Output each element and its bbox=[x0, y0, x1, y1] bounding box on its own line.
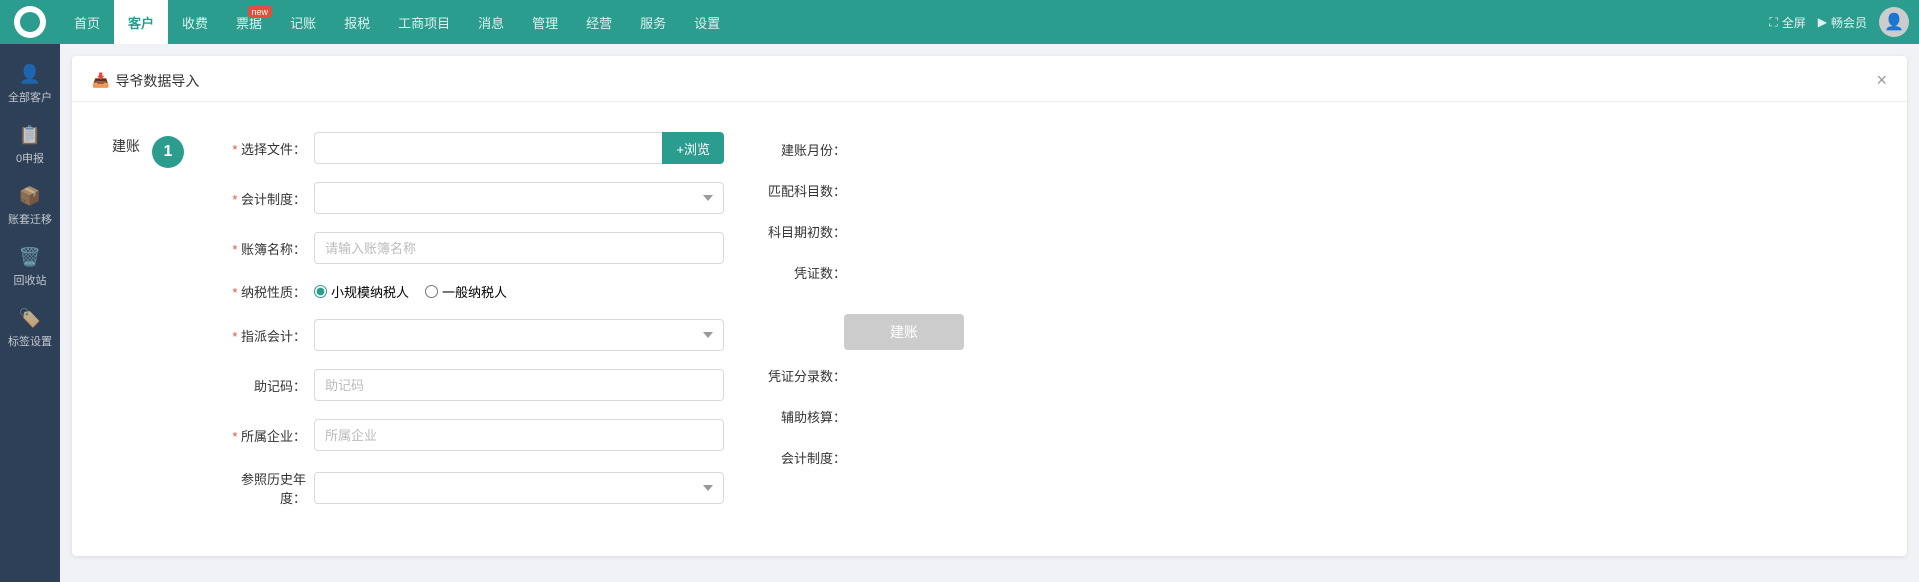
nav-item-tax[interactable]: 报税 bbox=[330, 0, 384, 44]
form-row-history-year: 参照历史年度： bbox=[224, 469, 724, 507]
card-body: 建账 1 选择文件： +浏览 会计制度： bbox=[72, 102, 1907, 555]
browse-button[interactable]: +浏览 bbox=[662, 132, 724, 164]
sidebar-item-all-clients[interactable]: 👤 全部客户 bbox=[0, 54, 60, 115]
avatar[interactable]: 👤 bbox=[1879, 7, 1909, 37]
all-clients-icon: 👤 bbox=[19, 64, 41, 85]
card-title: 📥 导爷数据导入 bbox=[92, 71, 199, 91]
info-label-month: 建账月份： bbox=[764, 140, 854, 159]
label-history-year: 参照历史年度： bbox=[224, 469, 314, 507]
nav-item-service[interactable]: 服务 bbox=[626, 0, 680, 44]
step-label: 建账 bbox=[112, 136, 140, 156]
logo[interactable] bbox=[10, 2, 50, 42]
label-accounting-system: 会计制度： bbox=[224, 189, 314, 208]
nav-right: ⛶ 全屏 ▶ 畅会员 👤 bbox=[1769, 7, 1909, 37]
info-row-match-subjects: 匹配科目数： bbox=[764, 181, 984, 200]
memo-input[interactable] bbox=[314, 369, 724, 401]
build-account-button[interactable]: 建账 bbox=[844, 314, 964, 350]
form-row-book-name: 账簿名称： bbox=[224, 232, 724, 264]
info-label-match-subjects: 匹配科目数： bbox=[764, 181, 854, 200]
nav-item-fee[interactable]: 收费 bbox=[168, 0, 222, 44]
radio-general[interactable]: 一般纳税人 bbox=[425, 282, 507, 301]
info-row-auxiliary: 辅助核算： bbox=[764, 407, 984, 426]
info-row-voucher-entries: 凭证分录数： bbox=[764, 366, 984, 385]
main-layout: 👤 全部客户 📋 0申报 📦 账套迁移 🗑️ 回收站 🏷️ 标签设置 📥 bbox=[0, 44, 1919, 582]
label-memo: 助记码： bbox=[224, 376, 314, 395]
form-section: 选择文件： +浏览 会计制度： bbox=[224, 132, 724, 525]
info-row-subject-initial: 科目期初数： bbox=[764, 222, 984, 241]
file-input-group: +浏览 bbox=[314, 132, 724, 164]
nav-item-setting[interactable]: 设置 bbox=[680, 0, 734, 44]
nav-item-invoice[interactable]: 票据new bbox=[222, 0, 276, 44]
radio-small-scale-input[interactable] bbox=[314, 285, 327, 298]
label-company: 所属企业： bbox=[224, 426, 314, 445]
sidebar: 👤 全部客户 📋 0申报 📦 账套迁移 🗑️ 回收站 🏷️ 标签设置 bbox=[0, 44, 60, 582]
label-tax-type: 纳税性质： bbox=[224, 282, 314, 301]
sidebar-item-migrate[interactable]: 📦 账套迁移 bbox=[0, 176, 60, 237]
step-section: 建账 1 bbox=[112, 132, 184, 525]
book-name-input[interactable] bbox=[314, 232, 724, 264]
declaration-icon: 📋 bbox=[19, 125, 41, 146]
info-label-auxiliary: 辅助核算： bbox=[764, 407, 854, 426]
close-button[interactable]: × bbox=[1876, 70, 1887, 91]
info-label-accounting-system-right: 会计制度： bbox=[764, 448, 854, 467]
main-content: 📥 导爷数据导入 × 建账 1 选择文件： bbox=[60, 44, 1919, 582]
import-icon: 📥 bbox=[92, 72, 109, 89]
nav-item-manage[interactable]: 管理 bbox=[518, 0, 572, 44]
form-row-tax-type: 纳税性质： 小规模纳税人 一般纳税人 bbox=[224, 282, 724, 301]
label-accountant: 指派会计： bbox=[224, 326, 314, 345]
top-nav: 首页 客户 收费 票据new 记账 报税 工商项目 消息 管理 经营 服务 设置… bbox=[0, 0, 1919, 44]
info-label-subject-initial: 科目期初数： bbox=[764, 222, 854, 241]
nav-item-home[interactable]: 首页 bbox=[60, 0, 114, 44]
import-card: 📥 导爷数据导入 × 建账 1 选择文件： bbox=[72, 56, 1907, 556]
file-text-input[interactable] bbox=[314, 132, 662, 164]
info-row-voucher: 凭证数： bbox=[764, 263, 984, 282]
card-header: 📥 导爷数据导入 × bbox=[72, 56, 1907, 102]
form-row-accounting-system: 会计制度： bbox=[224, 182, 724, 214]
member-button[interactable]: ▶ 畅会员 bbox=[1818, 14, 1867, 31]
sidebar-item-tags[interactable]: 🏷️ 标签设置 bbox=[0, 298, 60, 359]
radio-small-scale[interactable]: 小规模纳税人 bbox=[314, 282, 409, 301]
accounting-system-select[interactable] bbox=[314, 182, 724, 214]
label-book-name: 账簿名称： bbox=[224, 239, 314, 258]
form-row-memo: 助记码： bbox=[224, 369, 724, 401]
sidebar-item-declaration[interactable]: 📋 0申报 bbox=[0, 115, 60, 176]
nav-item-business[interactable]: 工商项目 bbox=[384, 0, 464, 44]
nav-item-client[interactable]: 客户 bbox=[114, 0, 168, 44]
trash-icon: 🗑️ bbox=[19, 247, 41, 268]
info-row-month: 建账月份： bbox=[764, 140, 984, 159]
info-label-voucher: 凭证数： bbox=[764, 263, 854, 282]
info-row-accounting-system-right: 会计制度： bbox=[764, 448, 984, 467]
nav-badge-new: new bbox=[248, 6, 273, 18]
migrate-icon: 📦 bbox=[19, 186, 41, 207]
fullscreen-icon: ⛶ bbox=[1769, 15, 1777, 30]
step-circle: 1 bbox=[152, 136, 184, 168]
tax-type-radio-group: 小规模纳税人 一般纳税人 bbox=[314, 282, 724, 301]
form-row-accountant: 指派会计： bbox=[224, 319, 724, 351]
sidebar-item-trash[interactable]: 🗑️ 回收站 bbox=[0, 237, 60, 298]
info-label-voucher-entries: 凭证分录数： bbox=[764, 366, 854, 385]
accountant-select[interactable] bbox=[314, 319, 724, 351]
form-row-file: 选择文件： +浏览 bbox=[224, 132, 724, 164]
company-input[interactable] bbox=[314, 419, 724, 451]
info-section: 建账月份： 匹配科目数： 科目期初数： 凭证数： bbox=[764, 132, 984, 525]
label-file: 选择文件： bbox=[224, 139, 314, 158]
form-row-company: 所属企业： bbox=[224, 419, 724, 451]
radio-general-input[interactable] bbox=[425, 285, 438, 298]
tags-icon: 🏷️ bbox=[19, 308, 41, 329]
fullscreen-button[interactable]: ⛶ 全屏 bbox=[1769, 14, 1805, 31]
member-icon: ▶ bbox=[1818, 15, 1827, 29]
nav-items: 首页 客户 收费 票据new 记账 报税 工商项目 消息 管理 经营 服务 设置 bbox=[60, 0, 1769, 44]
history-year-select[interactable] bbox=[314, 472, 724, 504]
nav-item-operation[interactable]: 经营 bbox=[572, 0, 626, 44]
nav-item-accounting[interactable]: 记账 bbox=[276, 0, 330, 44]
nav-item-message[interactable]: 消息 bbox=[464, 0, 518, 44]
